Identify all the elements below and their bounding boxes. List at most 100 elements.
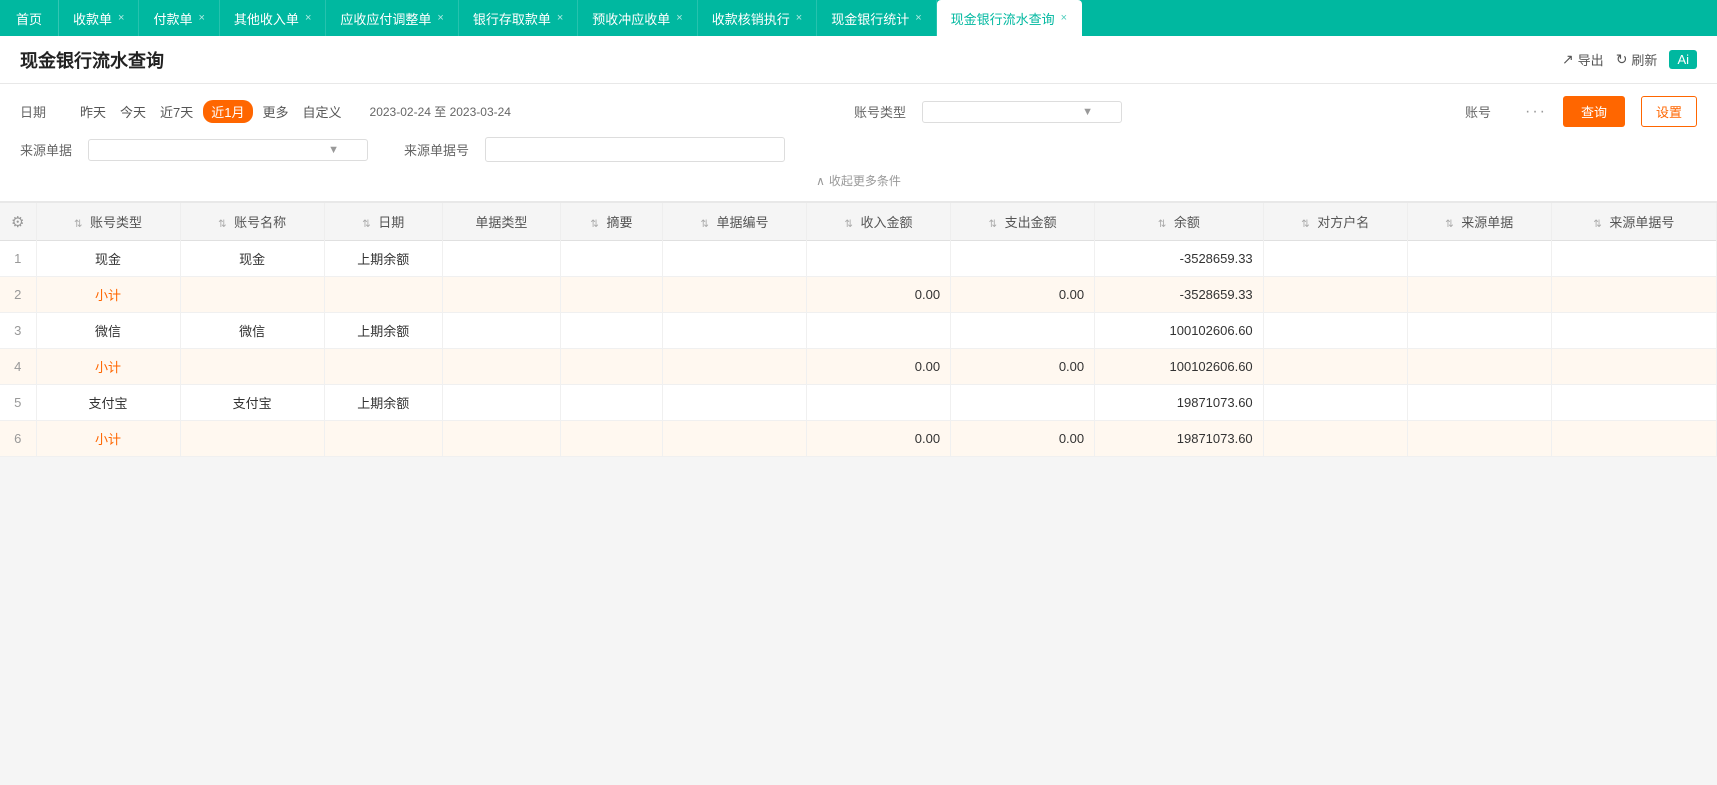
sort-icon: ⇅: [218, 219, 226, 230]
sort-icon: ⇅: [700, 219, 708, 230]
cell-date: [324, 421, 442, 457]
sort-icon: ⇅: [1158, 219, 1166, 230]
sort-icon: ⇅: [989, 219, 997, 230]
nav-tab-9[interactable]: 现金银行流水查询 ×: [937, 0, 1082, 36]
source-doc-num-input[interactable]: [485, 137, 785, 162]
table-row[interactable]: 6 小计 0.00 0.00 19871073.60: [0, 421, 1717, 457]
cell-summary: [560, 277, 662, 313]
table-row[interactable]: 1 现金 现金 上期余额 -3528659.33: [0, 241, 1717, 277]
nav-tab-2[interactable]: 付款单 ×: [139, 0, 219, 36]
cell-doc-no: [662, 241, 806, 277]
subtotal-label: 小计: [95, 360, 121, 375]
close-icon[interactable]: ×: [557, 12, 563, 24]
nav-tab-4[interactable]: 应收应付调整单 ×: [326, 0, 458, 36]
ellipsis-icon[interactable]: ···: [1525, 103, 1547, 121]
nav-tab-7[interactable]: 收款核销执行 ×: [698, 0, 817, 36]
cell-income: 0.00: [807, 277, 951, 313]
ai-button[interactable]: Ai: [1669, 50, 1697, 69]
cell-date: 上期余额: [324, 385, 442, 421]
col-label: 摘要: [606, 215, 632, 230]
cell-date: 上期余额: [324, 313, 442, 349]
close-icon[interactable]: ×: [915, 12, 921, 24]
cell-doc-type: [442, 349, 560, 385]
source-doc-select[interactable]: ▼: [88, 139, 368, 161]
col-balance[interactable]: ⇅ 余额: [1095, 203, 1264, 241]
col-source-doc[interactable]: ⇅ 来源单据: [1407, 203, 1551, 241]
cell-counterpart: [1263, 241, 1407, 277]
collapse-button[interactable]: ∧ 收起更多条件: [20, 172, 1697, 189]
cell-account-type: 支付宝: [36, 385, 180, 421]
close-icon[interactable]: ×: [796, 12, 802, 24]
cell-source-doc: [1407, 277, 1551, 313]
nav-tab-3[interactable]: 其他收入单 ×: [220, 0, 326, 36]
account-type-label: 账号类型: [854, 102, 906, 121]
close-icon[interactable]: ×: [676, 12, 682, 24]
close-icon[interactable]: ×: [1061, 12, 1067, 24]
col-income[interactable]: ⇅ 收入金额: [807, 203, 951, 241]
sort-icon: ⇅: [1593, 219, 1601, 230]
date-opt-1month[interactable]: 近1月: [203, 100, 252, 123]
cell-balance: 19871073.60: [1095, 385, 1264, 421]
col-summary[interactable]: ⇅ 摘要: [560, 203, 662, 241]
table-row[interactable]: 4 小计 0.00 0.00 100102606.60: [0, 349, 1717, 385]
cell-account-type: 小计: [36, 277, 180, 313]
settings-button[interactable]: 设置: [1641, 96, 1697, 127]
nav-home[interactable]: 首页: [0, 0, 59, 36]
close-icon[interactable]: ×: [437, 12, 443, 24]
col-source-doc-no[interactable]: ⇅ 来源单据号: [1551, 203, 1716, 241]
cell-expense: [951, 313, 1095, 349]
col-label: 账号类型: [90, 215, 142, 230]
cell-summary: [560, 241, 662, 277]
table-row[interactable]: 2 小计 0.00 0.00 -3528659.33: [0, 277, 1717, 313]
cell-balance: -3528659.33: [1095, 241, 1264, 277]
date-opt-yesterday[interactable]: 昨天: [76, 100, 110, 123]
account-type-select[interactable]: ▼: [922, 101, 1122, 123]
source-doc-num-label: 来源单据号: [404, 140, 469, 159]
close-icon[interactable]: ×: [118, 12, 124, 24]
col-date[interactable]: ⇅ 日期: [324, 203, 442, 241]
source-doc-select-wrapper[interactable]: ▼: [88, 139, 368, 161]
col-doc-type: 单据类型: [442, 203, 560, 241]
cell-source-doc-no: [1551, 385, 1716, 421]
cell-expense: [951, 385, 1095, 421]
cell-account-name: [180, 277, 324, 313]
col-gear: ⚙: [0, 203, 36, 241]
refresh-button[interactable]: ↻ 刷新: [1616, 50, 1658, 69]
col-counterpart[interactable]: ⇅ 对方户名: [1263, 203, 1407, 241]
col-expense[interactable]: ⇅ 支出金额: [951, 203, 1095, 241]
date-opt-custom[interactable]: 自定义: [299, 100, 346, 123]
cell-counterpart: [1263, 349, 1407, 385]
close-icon[interactable]: ×: [305, 12, 311, 24]
col-label: 收入金额: [861, 215, 913, 230]
cell-doc-type: [442, 385, 560, 421]
export-button[interactable]: ↗ 导出: [1562, 50, 1604, 69]
nav-tab-6[interactable]: 预收冲应收单 ×: [578, 0, 697, 36]
cell-counterpart: [1263, 421, 1407, 457]
query-button[interactable]: 查询: [1563, 96, 1625, 127]
export-icon: ↗: [1562, 51, 1574, 68]
account-type-select-wrapper[interactable]: ▼: [922, 101, 1122, 123]
col-doc-no[interactable]: ⇅ 单据编号: [662, 203, 806, 241]
cell-balance: -3528659.33: [1095, 277, 1264, 313]
col-account-name[interactable]: ⇅ 账号名称: [180, 203, 324, 241]
subtotal-label: 小计: [95, 432, 121, 447]
gear-icon[interactable]: ⚙: [11, 214, 24, 231]
date-opt-7days[interactable]: 近7天: [156, 100, 197, 123]
cell-income: [807, 241, 951, 277]
close-icon[interactable]: ×: [198, 12, 204, 24]
sort-icon: ⇅: [590, 219, 598, 230]
date-opt-more[interactable]: 更多: [259, 100, 293, 123]
cell-source-doc-no: [1551, 313, 1716, 349]
cell-source-doc: [1407, 421, 1551, 457]
cell-account-type: 微信: [36, 313, 180, 349]
table-row[interactable]: 5 支付宝 支付宝 上期余额 19871073.60: [0, 385, 1717, 421]
date-opt-today[interactable]: 今天: [116, 100, 150, 123]
row-number: 6: [0, 421, 36, 457]
table-row[interactable]: 3 微信 微信 上期余额 100102606.60: [0, 313, 1717, 349]
col-label: 来源单据号: [1609, 215, 1674, 230]
nav-tab-5[interactable]: 银行存取款单 ×: [459, 0, 578, 36]
nav-tab-1[interactable]: 收款单 ×: [59, 0, 139, 36]
table-header-row: ⚙ ⇅ 账号类型 ⇅ 账号名称 ⇅ 日期 单据类型 ⇅: [0, 203, 1717, 241]
col-account-type[interactable]: ⇅ 账号类型: [36, 203, 180, 241]
nav-tab-8[interactable]: 现金银行统计 ×: [817, 0, 936, 36]
